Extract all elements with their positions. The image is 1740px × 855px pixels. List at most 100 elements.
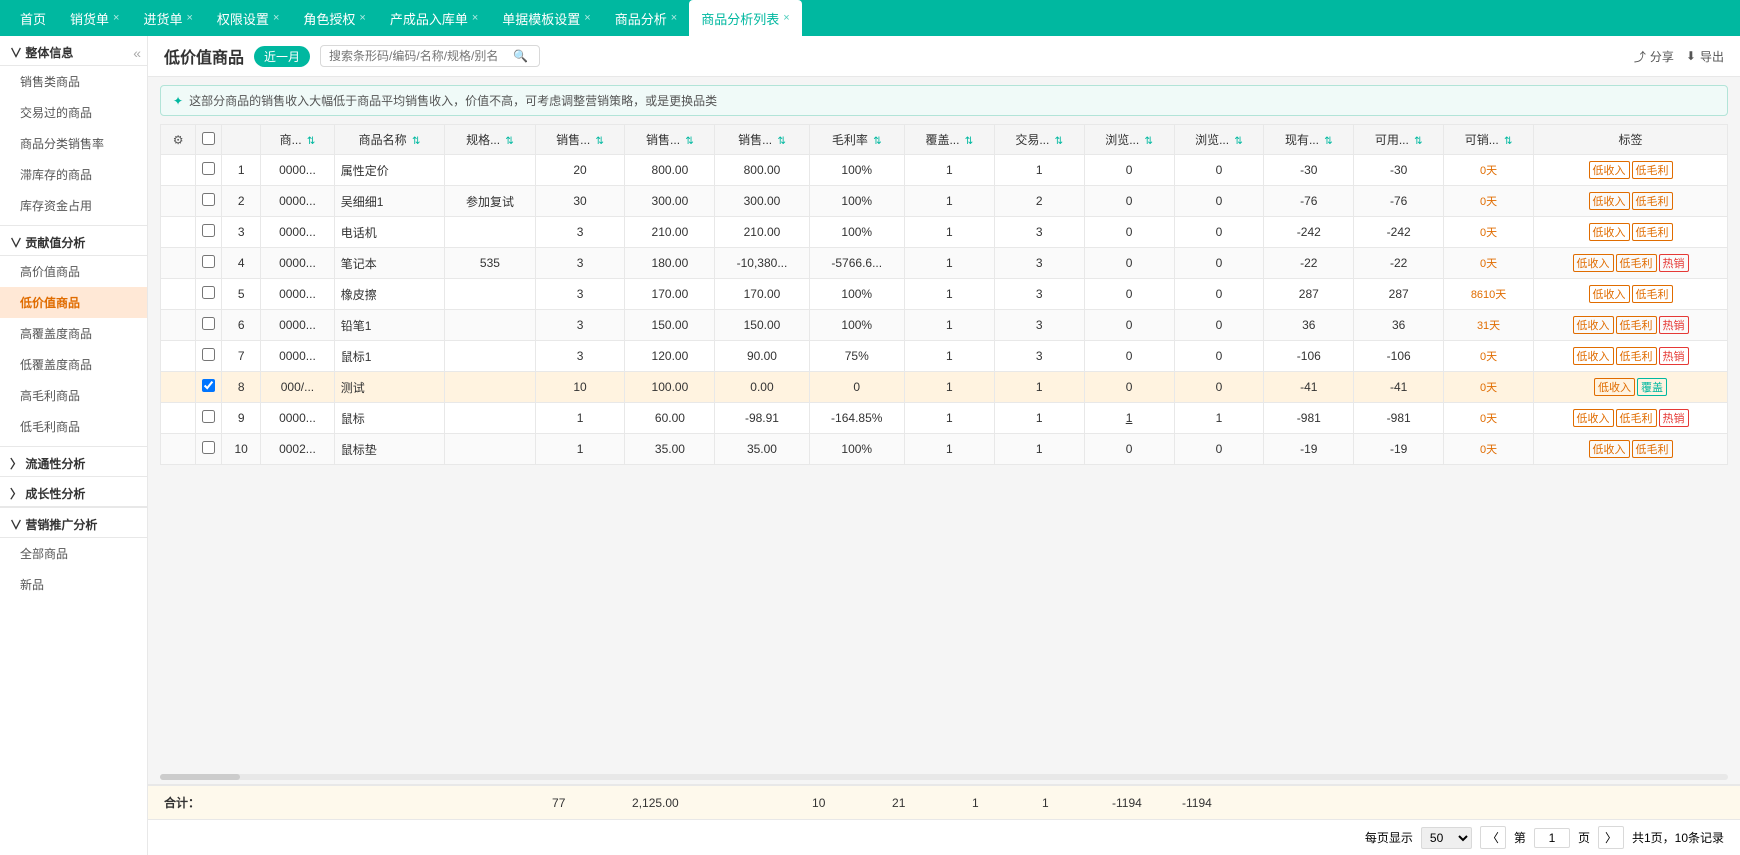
nav-permissions[interactable]: 权限设置 ×	[205, 0, 291, 36]
product-tag: 低收入	[1573, 347, 1614, 365]
col-checkbox[interactable]	[196, 125, 222, 155]
footer-val-amount: 2,125.00	[632, 796, 722, 810]
row-checkbox-cell[interactable]	[196, 186, 222, 217]
row-margin: 100%	[809, 434, 904, 465]
nav-close-icon6[interactable]: ×	[584, 12, 590, 24]
nav-purchase-order[interactable]: 进货单 ×	[131, 0, 204, 36]
row-checkbox[interactable]	[202, 379, 215, 392]
row-checkbox-cell[interactable]	[196, 372, 222, 403]
col-s1[interactable]: 销售... ⇅	[535, 125, 625, 155]
sidebar-item-low-value[interactable]: 低价值商品	[0, 287, 147, 318]
col-settings[interactable]: ⚙	[161, 125, 196, 155]
col-views2[interactable]: 浏览... ⇅	[1174, 125, 1264, 155]
select-all-checkbox[interactable]	[202, 132, 215, 145]
nav-home[interactable]: 首页	[8, 0, 58, 36]
sidebar-item-low-margin[interactable]: 低毛利商品	[0, 411, 147, 442]
row-name: 铅笔1	[334, 310, 445, 341]
row-available: -981	[1354, 403, 1444, 434]
sidebar-item-category-sales-rate[interactable]: 商品分类销售率	[0, 128, 147, 159]
nav-close-icon[interactable]: ×	[113, 12, 119, 24]
col-views1[interactable]: 浏览... ⇅	[1084, 125, 1174, 155]
share-button[interactable]: ⤴ 分享	[1634, 48, 1674, 65]
sidebar-item-traded-products[interactable]: 交易过的商品	[0, 97, 147, 128]
row-tags: 低收入低毛利热销	[1534, 341, 1728, 372]
nav-product-inbound[interactable]: 产成品入库单 ×	[378, 0, 490, 36]
row-checkbox-cell[interactable]	[196, 341, 222, 372]
row-views1[interactable]: 1	[1084, 403, 1174, 434]
col-s3[interactable]: 销售... ⇅	[715, 125, 809, 155]
col-transaction[interactable]: 交易... ⇅	[994, 125, 1084, 155]
export-button[interactable]: ⬇ 导出	[1686, 48, 1724, 65]
sidebar-collapse-btn[interactable]: «	[133, 45, 141, 61]
prev-page-button[interactable]: 〈	[1480, 826, 1506, 849]
sidebar-item-sales-products[interactable]: 销售类商品	[0, 66, 147, 97]
nav-close-icon4[interactable]: ×	[359, 12, 365, 24]
row-transaction: 3	[994, 310, 1084, 341]
next-page-button[interactable]: 〉	[1598, 826, 1624, 849]
row-s3: 90.00	[715, 341, 809, 372]
row-checkbox[interactable]	[202, 224, 215, 237]
nav-product-analysis[interactable]: 商品分析 ×	[603, 0, 689, 36]
row-checkbox[interactable]	[202, 317, 215, 330]
notice-bar: ✦ 这部分商品的销售收入大幅低于商品平均销售收入，价值不高，可考虑调整营销策略，…	[160, 85, 1728, 116]
row-checkbox-cell[interactable]	[196, 434, 222, 465]
row-checkbox[interactable]	[202, 441, 215, 454]
filter-recent-month-button[interactable]: 近一月	[254, 46, 310, 67]
sidebar-overall-title: ∨ 整体信息	[10, 44, 133, 61]
nav-close-icon8[interactable]: ×	[783, 12, 789, 24]
sidebar-item-low-coverage[interactable]: 低覆盖度商品	[0, 349, 147, 380]
page-number-input[interactable]	[1534, 828, 1570, 848]
col-saleable[interactable]: 可销... ⇅	[1444, 125, 1534, 155]
row-transaction: 1	[994, 155, 1084, 186]
nav-analysis-list[interactable]: 商品分析列表 ×	[689, 0, 801, 36]
nav-role-auth[interactable]: 角色授权 ×	[291, 0, 377, 36]
col-spec[interactable]: 规格... ⇅	[445, 125, 535, 155]
sidebar-liquidity-title[interactable]: 〉 流通性分析	[10, 455, 85, 472]
sidebar-growth-title[interactable]: 〉 成长性分析	[10, 485, 85, 502]
col-name[interactable]: 商品名称 ⇅	[334, 125, 445, 155]
row-checkbox[interactable]	[202, 162, 215, 175]
per-page-select[interactable]: 50 100 200	[1421, 827, 1472, 849]
sidebar-item-high-margin[interactable]: 高毛利商品	[0, 380, 147, 411]
header-actions: ⤴ 分享 ⬇ 导出	[1634, 48, 1724, 65]
search-input[interactable]	[329, 49, 509, 63]
col-margin[interactable]: 毛利率 ⇅	[809, 125, 904, 155]
sidebar-item-new-products[interactable]: 新品	[0, 569, 147, 600]
row-margin: 100%	[809, 217, 904, 248]
sidebar-item-slow-moving[interactable]: 滞库存的商品	[0, 159, 147, 190]
sidebar-item-all-products[interactable]: 全部商品	[0, 538, 147, 569]
nav-close-icon7[interactable]: ×	[671, 12, 677, 24]
col-coverage[interactable]: 覆盖... ⇅	[904, 125, 994, 155]
nav-close-icon5[interactable]: ×	[472, 12, 478, 24]
row-spec: 参加复试	[445, 186, 535, 217]
row-checkbox[interactable]	[202, 410, 215, 423]
nav-template-settings[interactable]: 单据模板设置 ×	[490, 0, 602, 36]
row-checkbox[interactable]	[202, 286, 215, 299]
row-s2: 150.00	[625, 310, 715, 341]
row-checkbox-cell[interactable]	[196, 403, 222, 434]
sidebar-item-high-coverage[interactable]: 高覆盖度商品	[0, 318, 147, 349]
row-views1: 0	[1084, 155, 1174, 186]
row-checkbox-cell[interactable]	[196, 217, 222, 248]
row-checkbox[interactable]	[202, 348, 215, 361]
nav-close-icon3[interactable]: ×	[273, 12, 279, 24]
row-checkbox-cell[interactable]	[196, 155, 222, 186]
scrollbar-thumb[interactable]	[160, 774, 240, 780]
row-checkbox[interactable]	[202, 193, 215, 206]
row-checkbox-cell[interactable]	[196, 248, 222, 279]
row-checkbox-cell[interactable]	[196, 279, 222, 310]
row-checkbox[interactable]	[202, 255, 215, 268]
product-tag: 低收入	[1589, 223, 1630, 241]
row-checkbox-cell[interactable]	[196, 310, 222, 341]
settings-icon[interactable]: ⚙	[173, 133, 184, 147]
horizontal-scrollbar[interactable]	[160, 774, 1728, 780]
col-code[interactable]: 商... ⇅	[261, 125, 335, 155]
sidebar-item-high-value[interactable]: 高价值商品	[0, 256, 147, 287]
col-current-stock[interactable]: 现有... ⇅	[1264, 125, 1354, 155]
col-available[interactable]: 可用... ⇅	[1354, 125, 1444, 155]
row-tags: 低收入低毛利	[1534, 217, 1728, 248]
nav-close-icon2[interactable]: ×	[186, 12, 192, 24]
nav-sales-order[interactable]: 销货单 ×	[58, 0, 131, 36]
sidebar-item-inventory-capital[interactable]: 库存资金占用	[0, 190, 147, 221]
col-s2[interactable]: 销售... ⇅	[625, 125, 715, 155]
